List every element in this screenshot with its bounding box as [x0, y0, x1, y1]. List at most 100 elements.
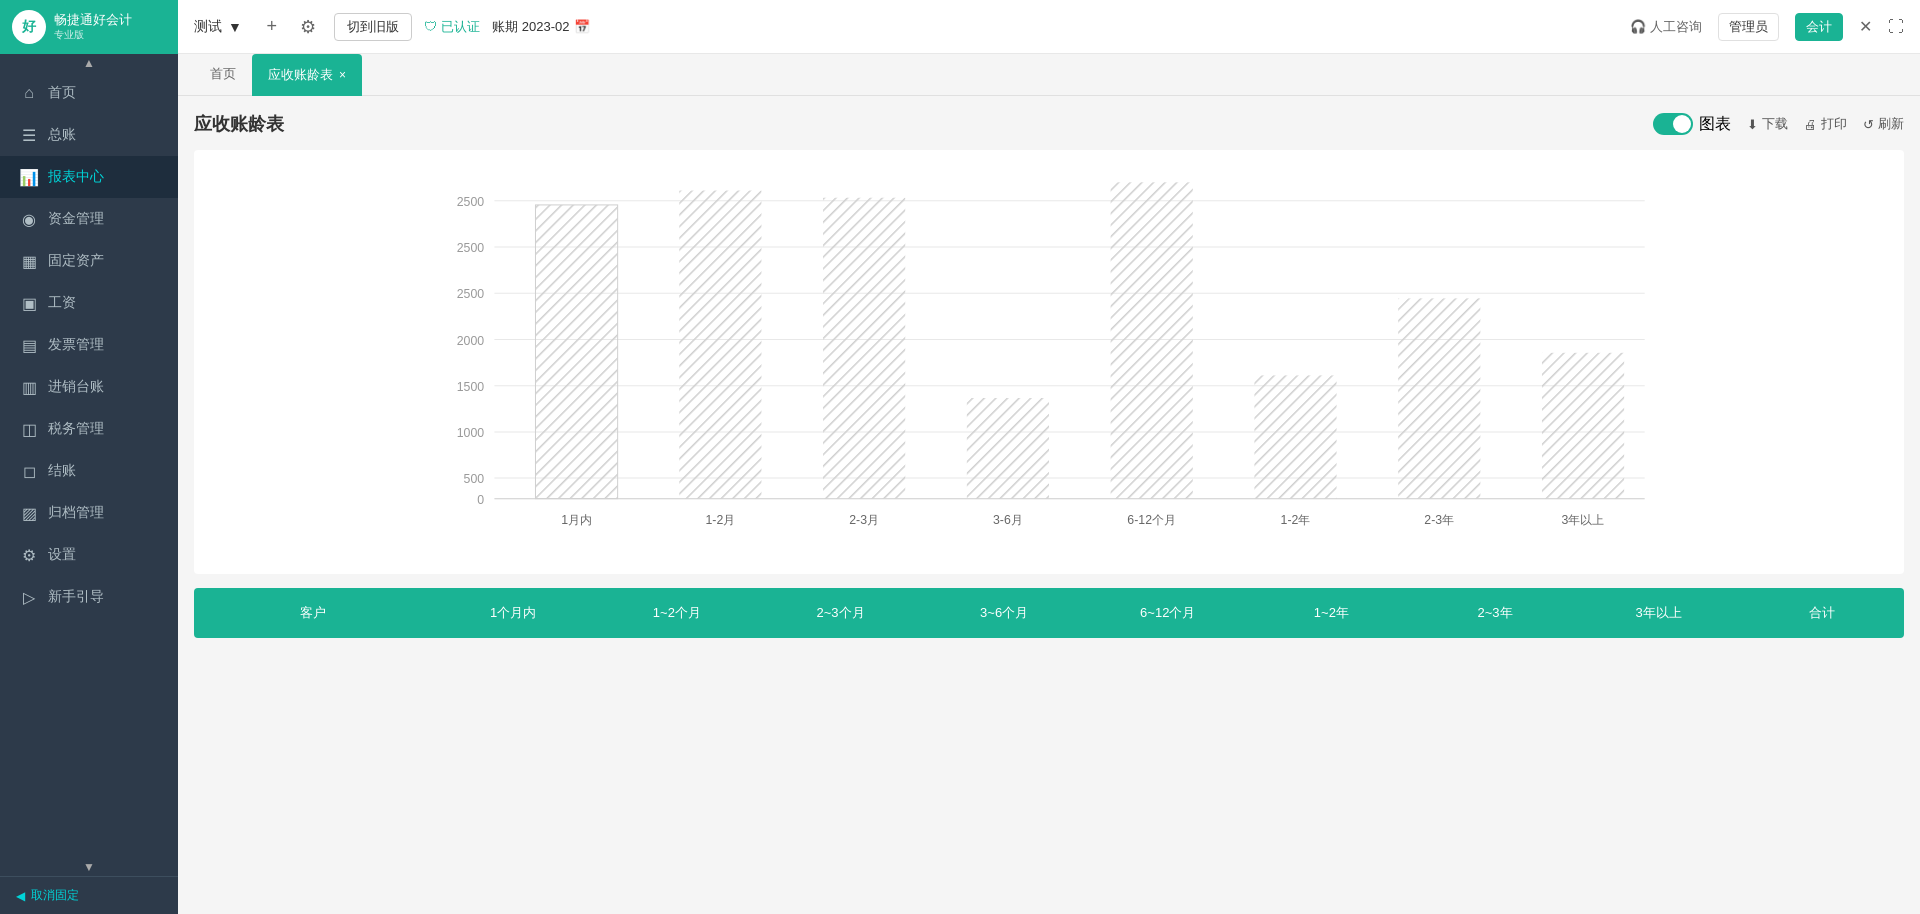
svg-text:2500: 2500	[457, 195, 485, 209]
svg-text:500: 500	[464, 472, 485, 486]
svg-text:3-6月: 3-6月	[993, 513, 1023, 527]
consult-button[interactable]: 🎧 人工咨询	[1630, 18, 1702, 36]
bar-8	[1542, 353, 1624, 499]
sidebar-item-reports[interactable]: 📊 报表中心	[0, 156, 178, 198]
svg-text:2500: 2500	[457, 287, 485, 301]
accountant-button[interactable]: 会计	[1795, 13, 1843, 41]
salary-icon: ▣	[20, 294, 38, 312]
svg-text:1-2年: 1-2年	[1281, 513, 1311, 527]
toggle-knob	[1673, 115, 1691, 133]
logo-text: 畅捷通好会计 专业版	[54, 12, 132, 43]
sidebar-item-guide[interactable]: ▷ 新手引导	[0, 576, 178, 618]
svg-text:2000: 2000	[457, 334, 485, 348]
sidebar-item-tax[interactable]: ◫ 税务管理	[0, 408, 178, 450]
sidebar-cancel-fixed[interactable]: ◀ 取消固定	[0, 876, 178, 914]
sidebar-item-funds[interactable]: ◉ 资金管理	[0, 198, 178, 240]
assets-icon: ▦	[20, 252, 38, 270]
chart-container: 2500 2500 2500 2000 1500 1000 500 0	[194, 150, 1904, 574]
bar-7	[1398, 298, 1480, 498]
topbar: 测试 ▼ + ⚙ 切到旧版 🛡 已认证 账期 2023-02 📅 🎧 人工咨询 …	[178, 0, 1920, 54]
col-customer: 客户	[194, 588, 431, 638]
report-title: 应收账龄表	[194, 112, 284, 136]
sidebar-item-inventory[interactable]: ▥ 进销台账	[0, 366, 178, 408]
col-1-2month: 1~2个月	[595, 588, 759, 638]
settings-button[interactable]: ⚙	[294, 13, 322, 41]
svg-text:3年以上: 3年以上	[1562, 513, 1605, 527]
add-button[interactable]: +	[258, 13, 286, 41]
reports-icon: 📊	[20, 168, 38, 186]
window-close-button[interactable]: ✕	[1859, 17, 1872, 36]
sidebar: 好 畅捷通好会计 专业版 ▲ ⌂ 首页 ☰ 总账 📊 报表中心 ◉ 资金管理 ▦…	[0, 0, 178, 914]
svg-text:1500: 1500	[457, 380, 485, 394]
sidebar-item-ledger[interactable]: ☰ 总账	[0, 114, 178, 156]
download-icon: ⬇	[1747, 117, 1758, 132]
tab-close-button[interactable]: ×	[339, 68, 346, 82]
col-1month: 1个月内	[431, 588, 595, 638]
invoice-icon: ▤	[20, 336, 38, 354]
logo-icon: 好	[12, 10, 46, 44]
main-content: 测试 ▼ + ⚙ 切到旧版 🛡 已认证 账期 2023-02 📅 🎧 人工咨询 …	[178, 0, 1920, 914]
col-3-6month: 3~6个月	[922, 588, 1086, 638]
close-period-icon: ◻	[20, 462, 38, 480]
accounting-period: 账期 2023-02 📅	[492, 18, 590, 36]
gear-icon: ⚙	[20, 546, 38, 564]
tax-icon: ◫	[20, 420, 38, 438]
sidebar-scroll-down[interactable]: ▼	[0, 858, 178, 876]
topbar-right: 🎧 人工咨询 管理员 会计 ✕ ⛶	[1630, 13, 1904, 41]
switch-version-button[interactable]: 切到旧版	[334, 13, 412, 41]
sidebar-item-home[interactable]: ⌂ 首页	[0, 72, 178, 114]
report-header: 应收账龄表 图表 ⬇ 下载 🖨 打印 ↺ 刷新	[194, 112, 1904, 136]
tab-accounts-receivable[interactable]: 应收账龄表 ×	[252, 54, 362, 96]
pin-icon: ◀	[16, 889, 25, 903]
tab-home[interactable]: 首页	[194, 54, 252, 96]
home-icon: ⌂	[20, 84, 38, 102]
bar-1	[535, 205, 617, 499]
sidebar-item-close[interactable]: ◻ 结账	[0, 450, 178, 492]
refresh-button[interactable]: ↺ 刷新	[1863, 115, 1904, 133]
sidebar-item-assets[interactable]: ▦ 固定资产	[0, 240, 178, 282]
dropdown-icon: ▼	[228, 19, 242, 35]
col-total: 合计	[1740, 588, 1904, 638]
chart-toggle-label: 图表	[1699, 114, 1731, 135]
svg-text:1月内: 1月内	[561, 513, 592, 527]
col-3year-plus: 3年以上	[1577, 588, 1741, 638]
sidebar-item-settings[interactable]: ⚙ 设置	[0, 534, 178, 576]
svg-text:6-12个月: 6-12个月	[1127, 513, 1176, 527]
inventory-icon: ▥	[20, 378, 38, 396]
guide-icon: ▷	[20, 588, 38, 606]
chart-toggle-wrap: 图表	[1653, 113, 1731, 135]
download-button[interactable]: ⬇ 下载	[1747, 115, 1788, 133]
page-content: 应收账龄表 图表 ⬇ 下载 🖨 打印 ↺ 刷新	[178, 96, 1920, 914]
print-button[interactable]: 🖨 打印	[1804, 115, 1847, 133]
svg-text:2-3月: 2-3月	[849, 513, 879, 527]
bar-6	[1254, 375, 1336, 498]
print-icon: 🖨	[1804, 117, 1817, 132]
sidebar-nav: ⌂ 首页 ☰ 总账 📊 报表中心 ◉ 资金管理 ▦ 固定资产 ▣ 工资 ▤ 发票…	[0, 72, 178, 858]
svg-text:0: 0	[477, 493, 484, 507]
bar-5	[1111, 182, 1193, 498]
manager-button[interactable]: 管理员	[1718, 13, 1779, 41]
bar-3	[823, 198, 905, 499]
project-selector[interactable]: 测试 ▼	[194, 18, 242, 36]
project-name: 测试	[194, 18, 222, 36]
refresh-icon: ↺	[1863, 117, 1874, 132]
ledger-icon: ☰	[20, 126, 38, 144]
sidebar-scroll-up[interactable]: ▲	[0, 54, 178, 72]
chart-toggle[interactable]	[1653, 113, 1693, 135]
calendar-icon[interactable]: 📅	[574, 19, 590, 34]
tabbar: 首页 应收账龄表 ×	[178, 54, 1920, 96]
funds-icon: ◉	[20, 210, 38, 228]
bar-2	[679, 191, 761, 499]
topbar-actions: + ⚙	[258, 13, 322, 41]
bar-chart: 2500 2500 2500 2000 1500 1000 500 0	[214, 170, 1884, 550]
sidebar-item-archive[interactable]: ▨ 归档管理	[0, 492, 178, 534]
sidebar-item-invoice[interactable]: ▤ 发票管理	[0, 324, 178, 366]
headset-icon: 🎧	[1630, 19, 1646, 34]
window-expand-button[interactable]: ⛶	[1888, 18, 1904, 36]
table-header: 客户 1个月内 1~2个月 2~3个月 3~6个月 6~12个月 1~2年 2~…	[194, 588, 1904, 638]
sidebar-item-salary[interactable]: ▣ 工资	[0, 282, 178, 324]
col-2-3year: 2~3年	[1413, 588, 1577, 638]
svg-text:2-3年: 2-3年	[1424, 513, 1454, 527]
sidebar-logo: 好 畅捷通好会计 专业版	[0, 0, 178, 54]
bar-4	[967, 398, 1049, 499]
